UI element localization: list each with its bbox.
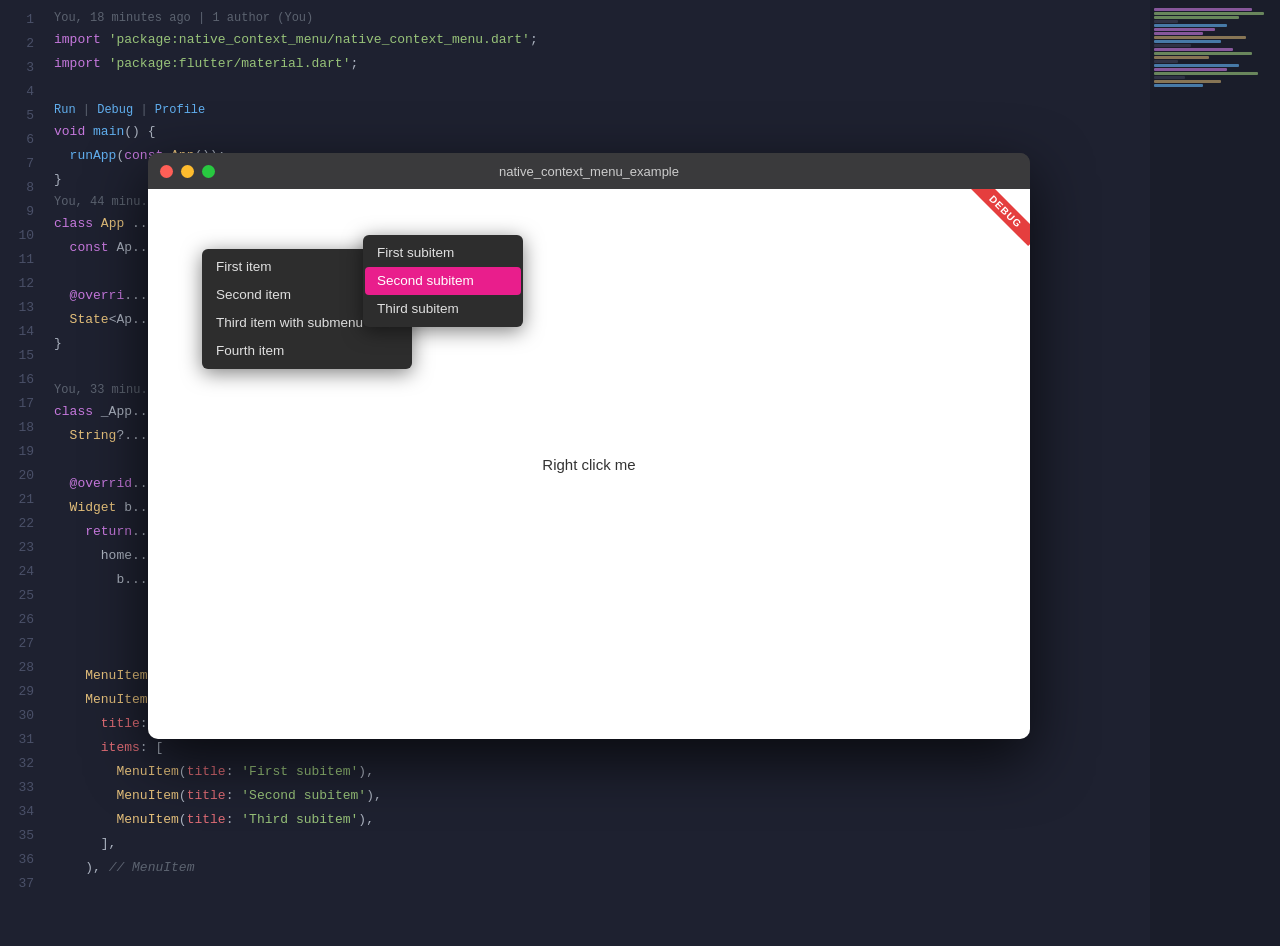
code-line-34: MenuItem(title: 'Second subitem'), [54,784,1280,808]
code-line-36: ], [54,832,1280,856]
window-content[interactable]: DEBUG Right click me First item Second i… [148,189,1030,739]
menu-item-second-label: Second item [216,281,291,309]
minimap [1150,0,1280,946]
code-line-35: MenuItem(title: 'Third subitem'), [54,808,1280,832]
right-click-text: Right click me [542,456,635,473]
maximize-button[interactable] [202,165,215,178]
submenu-item-third[interactable]: Third subitem [363,295,523,323]
code-line-33: MenuItem(title: 'First subitem'), [54,760,1280,784]
run-debug-bar: Run | Debug | Profile [54,100,1280,120]
submenu: First subitem Second subitem Third subit… [363,235,523,327]
minimize-button[interactable] [181,165,194,178]
line-numbers: 12345 678910 1112131415 1617181920 21222… [0,0,42,946]
code-line-2: import 'package:native_context_menu/nati… [54,28,1280,52]
menu-item-first-label: First item [216,253,272,281]
window-titlebar: native_context_menu_example [148,153,1030,189]
simulator-window: native_context_menu_example DEBUG Right … [148,153,1030,739]
menu-item-fourth[interactable]: Fourth item [202,337,412,365]
close-button[interactable] [160,165,173,178]
code-line-37: ), // MenuItem [54,856,1280,880]
window-title: native_context_menu_example [499,164,679,179]
code-line-6: void main() { [54,120,1280,144]
code-line-32: items: [ [54,736,1280,760]
menu-item-third-label: Third item with submenu [216,309,363,337]
window-controls [160,165,215,178]
debug-label: DEBUG [971,189,1030,246]
debug-badge: DEBUG [965,189,1030,254]
menu-item-fourth-label: Fourth item [216,337,284,365]
author-line-1: You, 18 minutes ago | 1 author (You) [54,8,1280,28]
code-line-3: import 'package:flutter/material.dart'; [54,52,1280,76]
submenu-item-first[interactable]: First subitem [363,239,523,267]
submenu-item-second[interactable]: Second subitem [365,267,521,295]
code-line-4 [54,76,1280,100]
